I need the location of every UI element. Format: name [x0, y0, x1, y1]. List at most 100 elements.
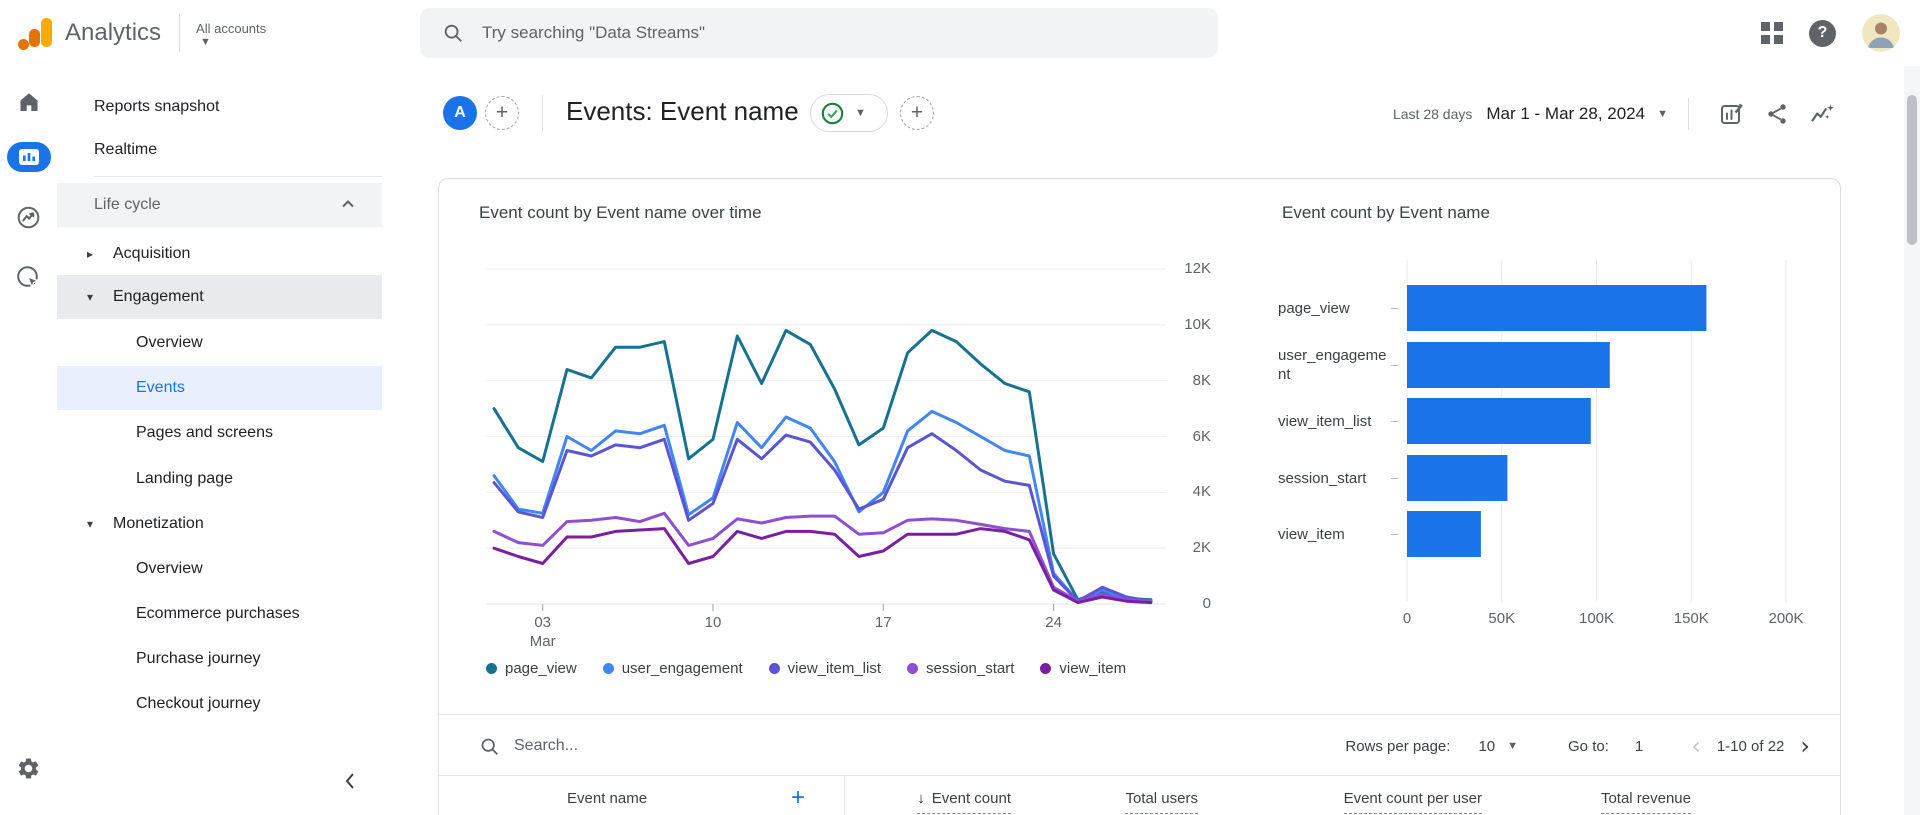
- rail-settings-button[interactable]: [0, 756, 57, 781]
- sidebar-item-label: Overview: [136, 560, 203, 577]
- column-header-event-count-per-user[interactable]: Event count per user: [1343, 790, 1482, 814]
- sidebar-item-overview[interactable]: Overview: [57, 321, 382, 365]
- add-workspace-button[interactable]: +: [485, 96, 519, 130]
- chevron-down-icon[interactable]: ▾: [87, 502, 93, 546]
- insights-sparkline-icon: [1811, 104, 1834, 122]
- go-to-page-input[interactable]: 1: [1635, 738, 1643, 755]
- rows-per-page-label: Rows per page:: [1345, 737, 1451, 755]
- y-axis-label: 0: [1202, 595, 1211, 612]
- legend-dot-icon: [1040, 663, 1052, 674]
- divider: [1688, 98, 1689, 130]
- table-header-row: + Event name ↓ Event count Total users Event…: [439, 776, 1840, 815]
- scrollbar-thumb[interactable]: [1907, 95, 1917, 245]
- account-selector[interactable]: All accounts ▼: [196, 21, 266, 48]
- legend-label: page_view: [505, 660, 577, 677]
- table-toolbar: Search... Rows per page: 10 ▼ Go to: 1 ‹…: [439, 714, 1840, 776]
- topbar-actions: ?: [1761, 0, 1900, 66]
- sidebar-item-reports-snapshot[interactable]: Reports snapshot: [57, 85, 382, 129]
- table-search-input[interactable]: Search...: [479, 715, 578, 777]
- x-axis-label: 24: [1045, 614, 1062, 631]
- report-status-pill[interactable]: ▼: [810, 94, 888, 132]
- bar-category-label: user_engagement: [1278, 347, 1387, 383]
- sidebar-item-purchase-journey[interactable]: Purchase journey: [57, 637, 382, 681]
- rail-advertising-button[interactable]: [0, 264, 57, 291]
- date-range-value: Mar 1 - Mar 28, 2024: [1486, 104, 1646, 123]
- rail-reports-button[interactable]: [0, 142, 57, 172]
- analytics-home-link[interactable]: Analytics: [18, 16, 161, 50]
- bar-view_item_list: [1407, 398, 1591, 444]
- sidebar-item-acquisition[interactable]: ▸ Acquisition: [57, 232, 382, 276]
- legend-dot-icon: [907, 663, 919, 674]
- legend-dot-icon: [602, 663, 614, 674]
- sidebar-item-overview[interactable]: Overview: [57, 547, 382, 591]
- sidebar-item-engagement[interactable]: ▾ Engagement: [57, 275, 382, 319]
- sidebar-item-events[interactable]: Events: [57, 366, 382, 410]
- go-to-label: Go to:: [1568, 737, 1609, 755]
- y-axis-label: 6K: [1192, 427, 1211, 445]
- legend-item-session_start[interactable]: session_start: [907, 660, 1014, 677]
- advertising-icon: [17, 266, 41, 290]
- reports-sidebar: Reports snapshot Realtime Life cycle ▸ Acq…: [57, 66, 382, 815]
- search-placeholder: Try searching "Data Streams": [482, 23, 706, 42]
- insights-button[interactable]: [1809, 101, 1836, 128]
- help-icon[interactable]: ?: [1809, 19, 1836, 47]
- bar-category-label: session_start: [1278, 469, 1367, 487]
- top-app-bar: Analytics All accounts ▼ Try searching "…: [0, 0, 1920, 67]
- page-title: Events: Event name: [566, 96, 799, 126]
- chevron-down-icon[interactable]: ▾: [87, 275, 93, 319]
- report-main: A + Events: Event name ▼ + Last 28 days …: [382, 66, 1920, 815]
- user-avatar[interactable]: [1862, 14, 1900, 52]
- legend-label: view_item_list: [787, 660, 882, 677]
- sidebar-item-landing-page[interactable]: Landing page: [57, 457, 382, 501]
- pagination-range: 1-10 of 22: [1716, 737, 1785, 755]
- next-page-icon[interactable]: ›: [1800, 734, 1810, 758]
- bar-chart[interactable]: [1405, 257, 1842, 609]
- rail-explore-button[interactable]: [0, 204, 57, 231]
- sidebar-item-checkout-journey[interactable]: Checkout journey: [57, 682, 382, 726]
- date-range-picker[interactable]: Last 28 days Mar 1 - Mar 28, 2024 ▼: [1393, 104, 1668, 124]
- column-header-event-count[interactable]: ↓ Event count: [917, 790, 1011, 814]
- table-pagination-controls: Rows per page: 10 ▼ Go to: 1 ‹ 1-10 of 2…: [1345, 715, 1810, 777]
- sidebar-item-label: Engagement: [113, 288, 204, 305]
- column-header-event-name[interactable]: Event name: [567, 790, 647, 807]
- analytics-app: Analytics All accounts ▼ Try searching "…: [0, 0, 1920, 815]
- legend-item-view_item_list[interactable]: view_item_list: [768, 660, 882, 677]
- sidebar-item-ecommerce-purchases[interactable]: Ecommerce purchases: [57, 592, 382, 636]
- share-report-button[interactable]: [1765, 102, 1789, 126]
- rail-home-button[interactable]: [0, 90, 57, 114]
- collection-header-life-cycle[interactable]: Life cycle: [57, 183, 382, 227]
- sidebar-item-label: Reports snapshot: [94, 98, 220, 115]
- sidebar-item-realtime[interactable]: Realtime: [57, 128, 382, 172]
- rows-per-page-select[interactable]: 10: [1478, 738, 1495, 755]
- share-icon: [1768, 104, 1786, 124]
- google-apps-icon[interactable]: [1761, 22, 1783, 44]
- line-chart[interactable]: [486, 261, 1166, 613]
- bar-session_start: [1407, 455, 1508, 501]
- avatar-photo: [1862, 14, 1900, 52]
- column-header-total-revenue[interactable]: Total revenue: [1600, 790, 1691, 814]
- x-axis-label: 150K: [1673, 610, 1709, 627]
- y-axis-label: 4K: [1192, 483, 1211, 501]
- legend-item-page_view[interactable]: page_view: [486, 660, 577, 677]
- chevron-down-icon[interactable]: ▼: [1507, 740, 1518, 752]
- collapse-sidebar-button[interactable]: [335, 766, 365, 796]
- date-range-label: Last 28 days: [1392, 106, 1473, 122]
- add-column-button[interactable]: +: [791, 784, 805, 812]
- global-search-input[interactable]: Try searching "Data Streams": [420, 8, 1218, 58]
- plus-icon: +: [910, 101, 924, 124]
- add-report-tab-button[interactable]: +: [900, 96, 934, 130]
- customize-report-button[interactable]: [1719, 101, 1745, 127]
- column-header-total-users[interactable]: Total users: [1125, 790, 1198, 814]
- sidebar-item-pages-and-screens[interactable]: Pages and screens: [57, 411, 382, 455]
- workspace-badge[interactable]: A: [443, 96, 477, 130]
- sidebar-item-monetization[interactable]: ▾ Monetization: [57, 502, 382, 546]
- plus-icon: +: [495, 101, 509, 124]
- tick-mark: [1391, 478, 1398, 479]
- legend-item-user_engagement[interactable]: user_engagement: [602, 660, 743, 677]
- tick-mark: [1391, 365, 1398, 366]
- chevron-right-icon[interactable]: ▸: [87, 232, 93, 276]
- legend-item-view_item[interactable]: view_item: [1040, 660, 1126, 677]
- series-page_view: [492, 328, 1153, 602]
- previous-page-icon[interactable]: ‹: [1691, 734, 1701, 758]
- product-name: Analytics: [65, 19, 162, 46]
